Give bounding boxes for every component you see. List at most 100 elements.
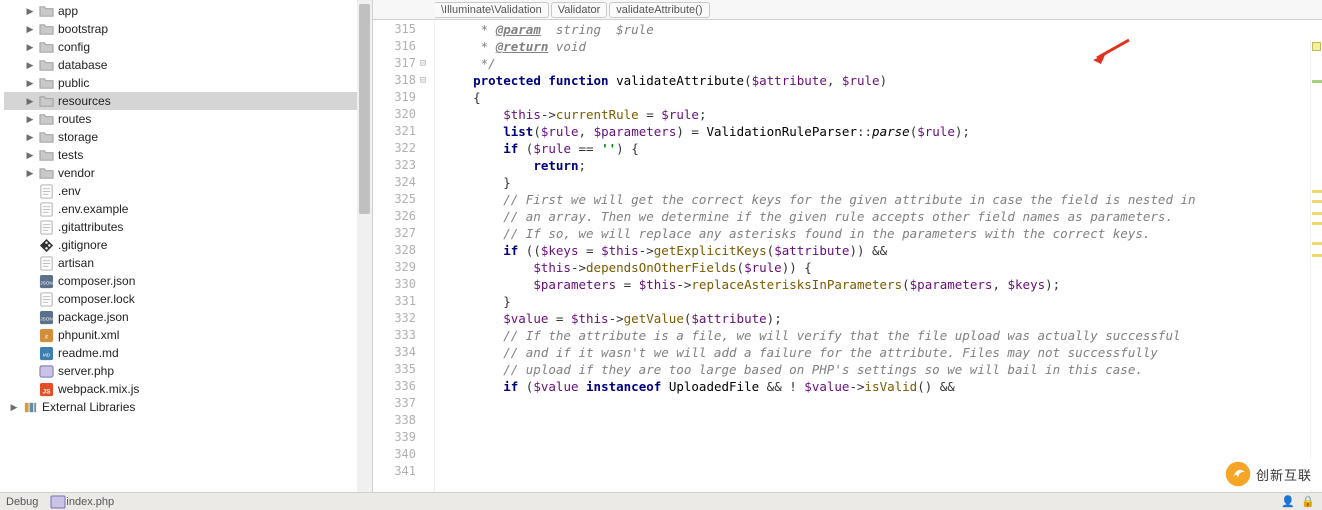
tree-item-External Libraries[interactable]: ▶External Libraries	[4, 398, 372, 416]
tree-item-label: .env	[58, 184, 81, 198]
code-line: // If the attribute is a file, we will v…	[443, 327, 1322, 344]
code-line: $this->currentRule = $rule;	[443, 106, 1322, 123]
git-icon	[38, 237, 54, 253]
code-line: if ($value instanceof UploadedFile && ! …	[443, 378, 1322, 395]
line-number: 323	[373, 157, 416, 174]
lib-icon	[22, 399, 38, 415]
disclosure-triangle-icon[interactable]: ▶	[8, 402, 20, 413]
line-number: 332	[373, 310, 416, 327]
tree-item-config[interactable]: ▶config	[4, 38, 372, 56]
code-line: // upload if they are too large based on…	[443, 361, 1322, 378]
disclosure-triangle-icon[interactable]: ▶	[24, 114, 36, 125]
tree-item-label: database	[58, 58, 107, 72]
tree-item-package-json[interactable]: JSONpackage.json	[4, 308, 372, 326]
code-line: }	[443, 174, 1322, 191]
code-area[interactable]: * @param string $rule * @return void */ …	[435, 20, 1322, 492]
disclosure-triangle-icon[interactable]: ▶	[24, 6, 36, 17]
tree-item-label: server.php	[58, 364, 114, 378]
tree-item-app[interactable]: ▶ app	[4, 2, 372, 20]
disclosure-triangle-icon[interactable]: ▶	[24, 150, 36, 161]
line-number: 326	[373, 208, 416, 225]
tree-item-public[interactable]: ▶ public	[4, 74, 372, 92]
tree-item-label: webpack.mix.js	[58, 382, 139, 396]
tree-item-label: artisan	[58, 256, 94, 270]
line-number: 340	[373, 446, 416, 463]
php-icon	[38, 363, 54, 379]
disclosure-triangle-icon[interactable]: ▶	[24, 96, 36, 107]
tree-item-composer-lock[interactable]: composer.lock	[4, 290, 372, 308]
disclosure-triangle-icon[interactable]: ▶	[24, 132, 36, 143]
disclosure-triangle-icon[interactable]: ▶	[24, 168, 36, 179]
breadcrumb-item[interactable]: validateAttribute()	[609, 2, 709, 18]
tree-item--gitattributes[interactable]: .gitattributes	[4, 218, 372, 236]
code-line: if ($rule == '') {	[443, 140, 1322, 157]
breadcrumb-item[interactable]: Validator	[551, 2, 608, 18]
tree-item-routes[interactable]: ▶routes	[4, 110, 372, 128]
tree-item-label: .env.example	[58, 202, 128, 216]
tree-item-label: public	[58, 76, 89, 90]
disclosure-triangle-icon[interactable]: ▶	[24, 24, 36, 35]
disclosure-triangle-icon[interactable]: ▶	[24, 60, 36, 71]
status-bar: Debug index.php 👤 🔒	[0, 492, 1322, 510]
tree-item-vendor[interactable]: ▶ vendor	[4, 164, 372, 182]
watermark-logo: 创新互联	[1220, 458, 1316, 490]
code-line: {	[443, 89, 1322, 106]
tree-item-readme-md[interactable]: MDreadme.md	[4, 344, 372, 362]
code-line: list($rule, $parameters) = ValidationRul…	[443, 123, 1322, 140]
line-number: 329	[373, 259, 416, 276]
tree-item-webpack-mix-js[interactable]: JS webpack.mix.js	[4, 380, 372, 398]
code-line: $value = $this->getValue($attribute);	[443, 310, 1322, 327]
tree-item-bootstrap[interactable]: ▶ bootstrap	[4, 20, 372, 38]
svg-text:MD: MD	[42, 352, 50, 357]
folder-icon	[38, 39, 54, 55]
line-number: 320	[373, 106, 416, 123]
code-line: return;	[443, 157, 1322, 174]
tree-item-label: vendor	[58, 166, 95, 180]
hector-icon[interactable]: 👤	[1280, 494, 1296, 510]
status-file[interactable]: index.php	[66, 496, 114, 508]
tree-item-label: .gitignore	[58, 238, 107, 252]
folder-icon	[38, 57, 54, 73]
tree-item--gitignore[interactable]: .gitignore	[4, 236, 372, 254]
tree-item-composer-json[interactable]: JSON composer.json	[4, 272, 372, 290]
tree-item-tests[interactable]: ▶tests	[4, 146, 372, 164]
status-debug[interactable]: Debug	[6, 496, 38, 508]
folder-icon	[38, 111, 54, 127]
tree-item-server-php[interactable]: server.php	[4, 362, 372, 380]
line-number: 325	[373, 191, 416, 208]
tree-item-database[interactable]: ▶ database	[4, 56, 372, 74]
disclosure-triangle-icon[interactable]: ▶	[24, 78, 36, 89]
tree-item-phpunit-xml[interactable]: ♯ phpunit.xml	[4, 326, 372, 344]
breadcrumb-item[interactable]: \Illuminate\Validation	[435, 2, 549, 18]
line-number: 322	[373, 140, 416, 157]
lock-icon[interactable]: 🔒	[1300, 494, 1316, 510]
sidebar-scrollbar[interactable]	[357, 0, 372, 492]
tree-item-label: app	[58, 4, 78, 18]
svg-text:JS: JS	[42, 388, 51, 395]
tree-item-resources[interactable]: ▶ resources	[4, 92, 372, 110]
tree-item-artisan[interactable]: artisan	[4, 254, 372, 272]
tree-item-label: composer.lock	[58, 292, 135, 306]
line-number: 336	[373, 378, 416, 395]
json-icon: JSON	[38, 273, 54, 289]
tree-item-storage[interactable]: ▶ storage	[4, 128, 372, 146]
tree-item-label: phpunit.xml	[58, 328, 119, 342]
tree-item--env-example[interactable]: .env.example	[4, 200, 372, 218]
line-number: 335	[373, 361, 416, 378]
folder-icon	[38, 21, 54, 37]
project-tree[interactable]: ▶app▶bootstrap▶config▶database▶public▶re…	[0, 0, 373, 492]
tree-item-label: composer.json	[58, 274, 135, 288]
line-number: 324	[373, 174, 416, 191]
tree-item--env[interactable]: .env	[4, 182, 372, 200]
line-number: 316	[373, 38, 416, 55]
tree-item-label: bootstrap	[58, 22, 108, 36]
tree-item-label: .gitattributes	[58, 220, 123, 234]
tree-item-label: resources	[58, 94, 111, 108]
tree-item-label: storage	[58, 130, 98, 144]
php-file-icon	[50, 494, 66, 510]
md-icon: MD	[38, 345, 54, 361]
svg-text:♯: ♯	[45, 334, 48, 340]
code-line: }	[443, 293, 1322, 310]
editor-marker-strip[interactable]	[1310, 40, 1322, 492]
disclosure-triangle-icon[interactable]: ▶	[24, 42, 36, 53]
